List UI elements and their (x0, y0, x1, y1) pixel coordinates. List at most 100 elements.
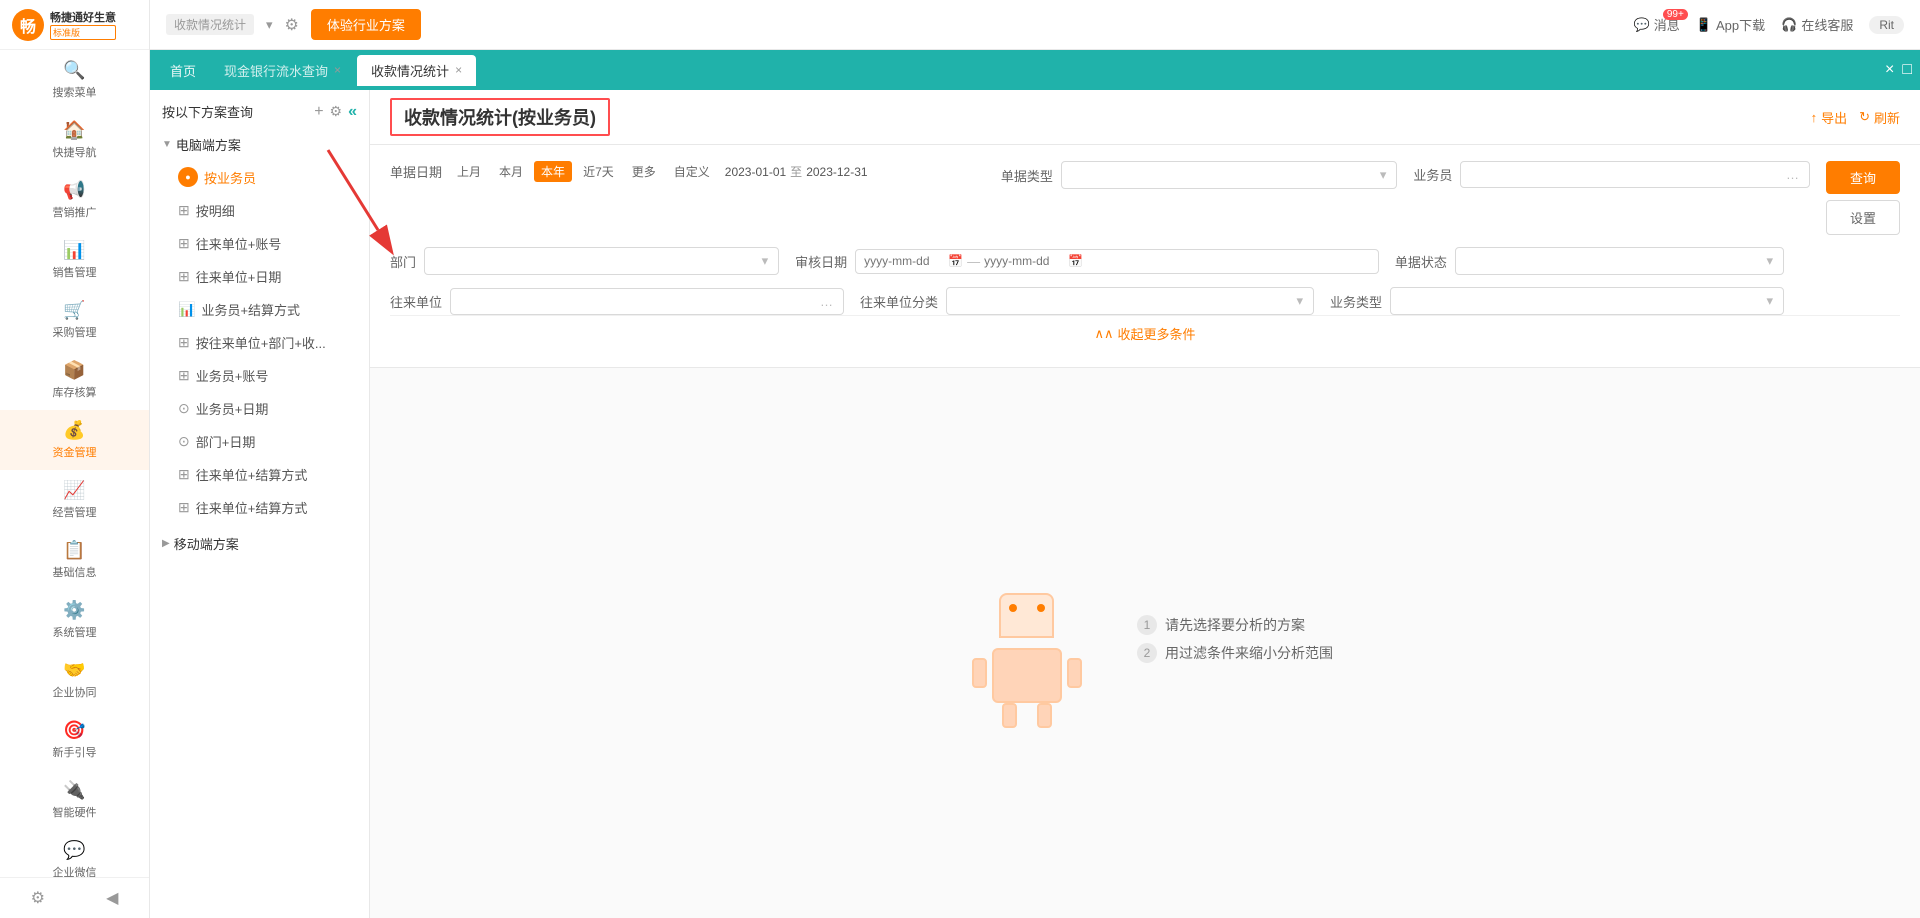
wechat-icon: 💬 (63, 840, 85, 861)
sidebar-item-sales[interactable]: 📊 销售管理 (0, 230, 149, 290)
logo-icon: 畅 (12, 9, 44, 41)
scheme-item-by-detail[interactable]: ⊞ 按明细 (150, 194, 369, 227)
sidebar-item-finance[interactable]: 💰 资金管理 (0, 410, 149, 470)
filter-action-buttons: 查询 设置 (1826, 161, 1900, 235)
scheme-collapse-btn[interactable]: « (348, 103, 357, 121)
partner-select[interactable]: … (450, 288, 844, 315)
chevron-down-icon-partner-type: ▾ (1296, 293, 1303, 309)
tab-close-all-btn[interactable]: × (1885, 61, 1894, 79)
scheme-item-partner-dept[interactable]: ⊞ 按往来单位+部门+收... (150, 326, 369, 359)
date-tab-custom[interactable]: 自定义 (667, 161, 717, 182)
export-button[interactable]: ↑ 导出 (1811, 108, 1848, 127)
settings-icon[interactable]: ⚙ (285, 15, 299, 35)
scheme-item-staff-date[interactable]: ⊙ 业务员+日期 (150, 392, 369, 425)
sidebar-item-basic[interactable]: 📋 基础信息 (0, 530, 149, 590)
scheme-panel-title: 按以下方案查询 (162, 102, 253, 121)
review-date-range: 📅 — 📅 (855, 249, 1379, 274)
date-tab-last-month[interactable]: 上月 (450, 161, 488, 182)
filter-row-3: 往来单位 … 往来单位分类 ▾ 业务类型 (390, 287, 1900, 315)
scheme-settings-btn[interactable]: ⚙ (330, 103, 343, 120)
chevron-down-icon-biz: ▾ (1766, 293, 1773, 309)
bill-status-filter: 单据状态 ▾ (1395, 247, 1784, 275)
sidebar-item-wechat[interactable]: 💬 企业微信 (0, 830, 149, 877)
query-button[interactable]: 查询 (1826, 161, 1900, 194)
tab-collection-stats-close[interactable]: × (455, 63, 462, 77)
refresh-button[interactable]: ↻ 刷新 (1859, 108, 1900, 127)
review-date-from-input[interactable] (864, 254, 944, 268)
bill-status-select[interactable]: ▾ (1455, 247, 1784, 275)
tab-collection-stats[interactable]: 收款情况统计 × (357, 55, 476, 86)
tab-bank-flow[interactable]: 现金银行流水查询 × (210, 55, 355, 86)
page-header: 收款情况统计(按业务员) ↑ 导出 ↻ 刷新 (370, 90, 1920, 145)
breadcrumb-dropdown[interactable]: ▾ (266, 17, 273, 33)
tab-window-btn[interactable]: □ (1902, 61, 1912, 79)
bill-type-select[interactable]: ▾ (1061, 161, 1398, 189)
partner-more-btn[interactable]: … (820, 294, 833, 309)
footer-settings-btn[interactable]: ⚙ (31, 888, 45, 908)
sidebar-item-hardware[interactable]: 🔌 智能硬件 (0, 770, 149, 830)
staff-more-btn[interactable]: … (1786, 167, 1799, 182)
trial-button[interactable]: 体验行业方案 (311, 9, 421, 40)
review-date-to-input[interactable] (984, 254, 1064, 268)
finance-icon: 💰 (63, 420, 85, 441)
chevron-down-icon: ▼ (162, 139, 172, 150)
sidebar-item-system[interactable]: ⚙️ 系统管理 (0, 590, 149, 650)
calendar-icon-from[interactable]: 📅 (948, 254, 963, 268)
scheme-mobile-group-title[interactable]: ▶ 移动端方案 (150, 528, 369, 559)
staff-select[interactable]: … (1460, 161, 1810, 188)
footer-collapse-btn[interactable]: ◀ (106, 888, 118, 908)
hint-steps: 1 请先选择要分析的方案 2 用过滤条件来缩小分析范围 (1137, 615, 1333, 671)
biz-type-select[interactable]: ▾ (1390, 287, 1784, 315)
step-num-1: 1 (1137, 615, 1157, 635)
filter-settings-button[interactable]: 设置 (1826, 200, 1900, 235)
message-button[interactable]: 💬 消息 99+ (1634, 15, 1680, 34)
partner-type-filter: 往来单位分类 ▾ (860, 287, 1314, 315)
date-tab-this-year[interactable]: 本年 (534, 161, 572, 182)
scheme-item-staff-account[interactable]: ⊞ 业务员+账号 (150, 359, 369, 392)
sidebar-item-quick-nav[interactable]: 🏠 快捷导航 (0, 110, 149, 170)
sidebar-item-guide[interactable]: 🎯 新手引导 (0, 710, 149, 770)
sidebar-item-marketing[interactable]: 📢 营销推广 (0, 170, 149, 230)
scheme-item-staff-payment[interactable]: 📊 业务员+结算方式 (150, 293, 369, 326)
scheme-add-btn[interactable]: + (314, 103, 323, 121)
inventory-icon: 📦 (63, 360, 85, 381)
tab-bank-flow-close[interactable]: × (334, 63, 341, 77)
date-tab-7days[interactable]: 近7天 (576, 161, 621, 182)
scheme-item-partner-date[interactable]: ⊞ 往来单位+日期 (150, 260, 369, 293)
user-avatar[interactable]: Rit (1869, 16, 1904, 34)
step-num-2: 2 (1137, 643, 1157, 663)
grid-icon-3: ⊞ (178, 268, 190, 285)
system-icon: ⚙️ (63, 600, 85, 621)
sidebar-item-inventory[interactable]: 📦 库存核算 (0, 350, 149, 410)
biz-type-label: 业务类型 (1330, 292, 1382, 311)
partner-type-label: 往来单位分类 (860, 292, 938, 311)
date-tab-this-month[interactable]: 本月 (492, 161, 530, 182)
tab-right-buttons: × □ (1885, 61, 1912, 79)
scheme-item-partner-payment2[interactable]: ⊞ 往来单位+结算方式 (150, 491, 369, 524)
scheme-panel: 按以下方案查询 + ⚙ « ▼ 电脑端方案 ● 按业务员 ⊞ (150, 90, 370, 918)
refresh-icon: ↻ (1859, 109, 1870, 125)
app-download-button[interactable]: 📱 App下载 (1696, 15, 1765, 34)
sidebar-item-purchase[interactable]: 🛒 采购管理 (0, 290, 149, 350)
scheme-item-dept-date[interactable]: ⊙ 部门+日期 (150, 425, 369, 458)
scheme-item-partner-payment[interactable]: ⊞ 往来单位+结算方式 (150, 458, 369, 491)
scheme-item-by-staff[interactable]: ● 按业务员 (150, 160, 369, 194)
scheme-desktop-group-title[interactable]: ▼ 电脑端方案 (150, 129, 369, 160)
biz-type-filter: 业务类型 ▾ (1330, 287, 1784, 315)
sidebar-item-operation[interactable]: 📈 经营管理 (0, 470, 149, 530)
partner-type-select[interactable]: ▾ (946, 287, 1314, 315)
dept-select[interactable]: ▾ (424, 247, 779, 275)
collapse-filter-btn[interactable]: ∧∧ 收起更多条件 (390, 315, 1900, 351)
clock-icon-2: ⊙ (178, 433, 190, 450)
calendar-icon-to[interactable]: 📅 (1068, 254, 1083, 268)
tab-home[interactable]: 首页 (158, 55, 208, 86)
basic-icon: 📋 (63, 540, 85, 561)
grid-icon-6: ⊞ (178, 466, 190, 483)
scheme-panel-actions: + ⚙ « (314, 103, 357, 121)
sidebar-item-enterprise[interactable]: 🤝 企业协同 (0, 650, 149, 710)
date-tabs: 上月 本月 本年 近7天 更多 自定义 (450, 161, 717, 182)
scheme-item-partner-account[interactable]: ⊞ 往来单位+账号 (150, 227, 369, 260)
online-service-button[interactable]: 🎧 在线客服 (1781, 15, 1853, 34)
sidebar-item-search[interactable]: 🔍 搜索菜单 (0, 50, 149, 110)
date-tab-more[interactable]: 更多 (625, 161, 663, 182)
